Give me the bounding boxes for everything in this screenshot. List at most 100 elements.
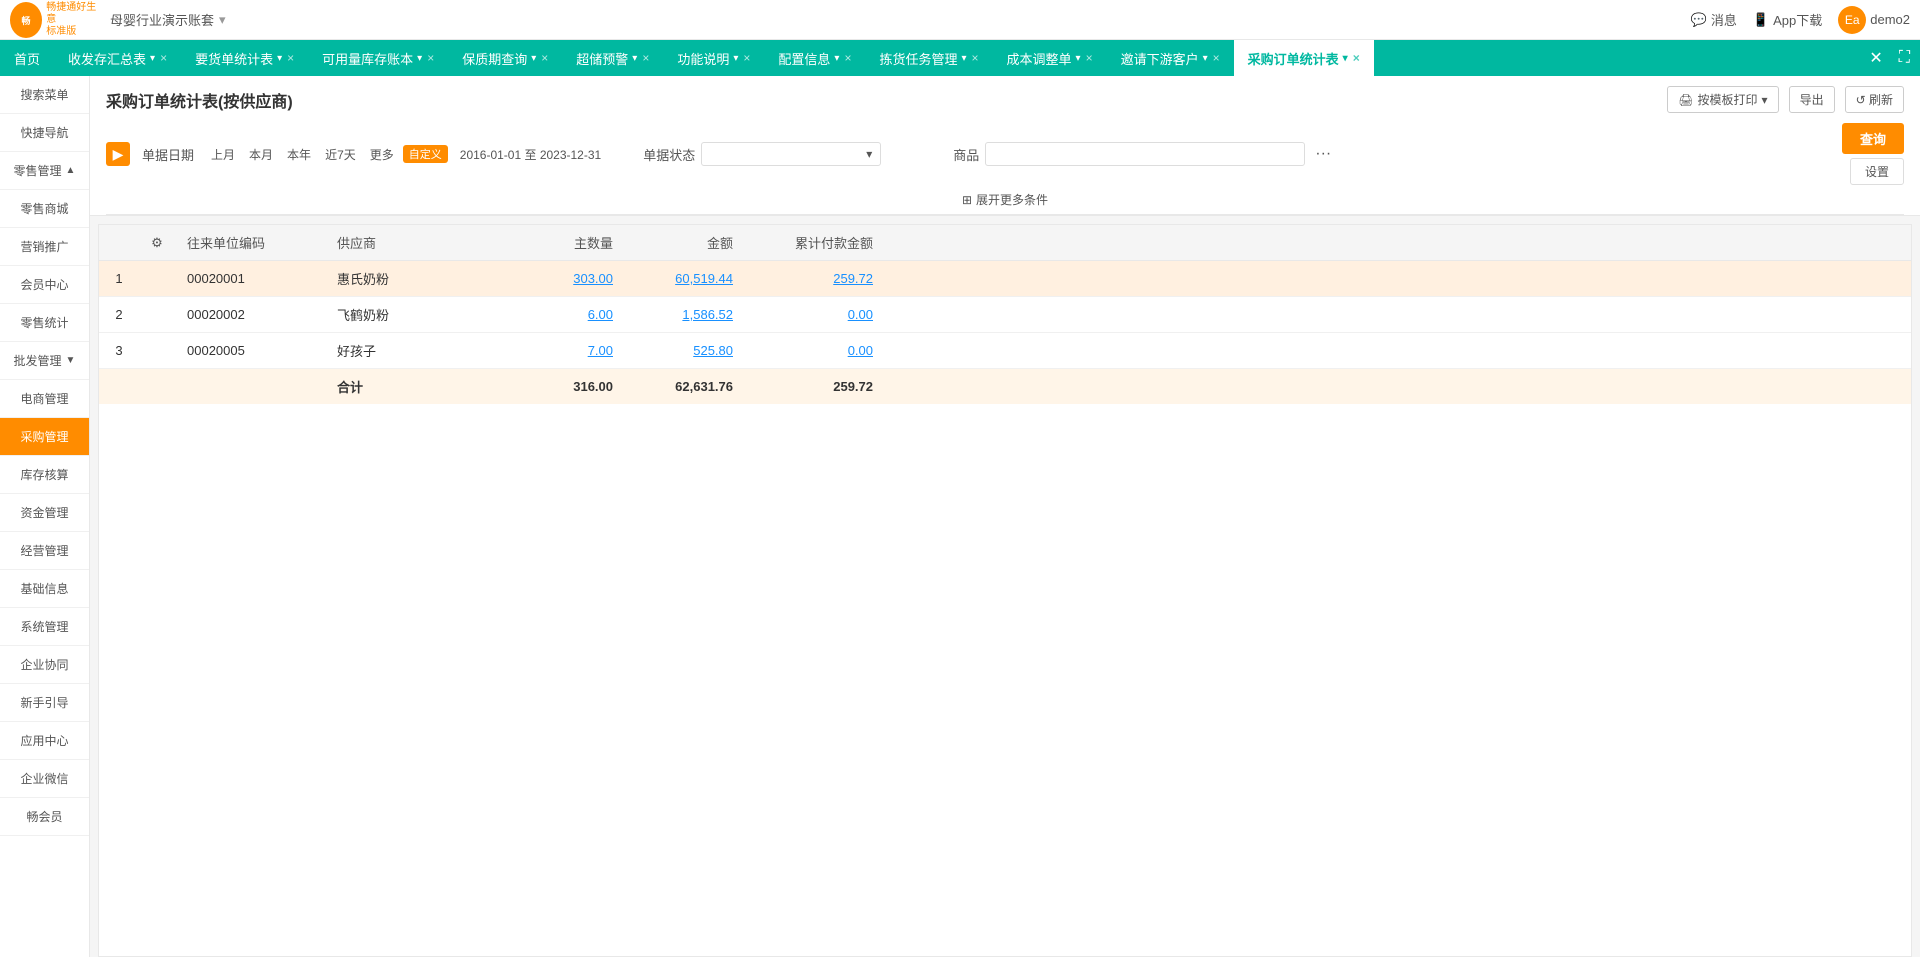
shortcut-last-month[interactable]: 上月	[206, 144, 240, 165]
user-avatar[interactable]: Ea demo2	[1838, 6, 1910, 34]
sidebar-item-stock-calc[interactable]: 库存核算	[0, 456, 89, 494]
sidebar-item-operations[interactable]: 经营管理	[0, 532, 89, 570]
cell-amount[interactable]: 525.80	[625, 333, 745, 369]
sidebar-item-sys-mgmt[interactable]: 系统管理	[0, 608, 89, 646]
cell-num: 2	[99, 297, 139, 333]
sidebar-item-ecommerce[interactable]: 电商管理	[0, 380, 89, 418]
tab-purchase-order-stats[interactable]: 采购订单统计表 ▾ ×	[1234, 40, 1374, 76]
cell-qty[interactable]: 6.00	[525, 297, 625, 333]
sidebar-item-label: 零售商城	[20, 202, 68, 216]
tab-maximize-icon[interactable]: ⛶	[1895, 47, 1914, 69]
col-gear[interactable]: ⚙	[139, 225, 175, 261]
tab-close-icon[interactable]: ×	[1213, 51, 1220, 65]
settings-button[interactable]: 设置	[1850, 158, 1904, 185]
goods-input[interactable]	[985, 142, 1305, 166]
tab-close-icon[interactable]: ×	[541, 51, 548, 65]
sidebar-item-app-center[interactable]: 应用中心	[0, 722, 89, 760]
sidebar-item-wechat[interactable]: 企业微信	[0, 760, 89, 798]
cell-paid[interactable]: 0.00	[745, 333, 885, 369]
shortcut-this-month[interactable]: 本月	[244, 144, 278, 165]
tab-close-icon[interactable]: ×	[1353, 51, 1360, 65]
sidebar-item-members-club[interactable]: 畅会员	[0, 798, 89, 836]
sidebar-item-label: 新手引导	[20, 696, 68, 710]
tab-receive-summary[interactable]: 收发存汇总表 ▾ ×	[54, 40, 181, 76]
filter-area: ▶ 单据日期 上月 本月 本年 近7天 更多 自定义 2016-01-01 至 …	[106, 123, 1904, 215]
cell-paid[interactable]: 0.00	[745, 297, 885, 333]
tab-expiry-query[interactable]: 保质期查询 ▾ ×	[448, 40, 562, 76]
sidebar-item-retail-mgmt[interactable]: 零售管理 ▲	[0, 152, 89, 190]
tab-function-guide[interactable]: 功能说明 ▾ ×	[663, 40, 764, 76]
tab-close-all-icon[interactable]: ✕	[1865, 46, 1886, 70]
table-row[interactable]: 2 00020002 飞鹤奶粉 6.00 1,586.52 0.00	[99, 297, 1911, 333]
cell-qty[interactable]: 303.00	[525, 261, 625, 297]
tab-close-icon[interactable]: ×	[844, 51, 851, 65]
status-label: 单据状态	[643, 145, 695, 164]
messages-btn[interactable]: 💬 消息	[1691, 10, 1737, 29]
tab-close-icon[interactable]: ×	[642, 51, 649, 65]
sidebar-item-retail-stats[interactable]: 零售统计	[0, 304, 89, 342]
page-actions: 🖨 按模板打印 ▾ 导出 ↺ 刷新	[1667, 86, 1904, 113]
sidebar-item-finance[interactable]: 资金管理	[0, 494, 89, 532]
tab-config[interactable]: 配置信息 ▾ ×	[764, 40, 865, 76]
cell-qty[interactable]: 7.00	[525, 333, 625, 369]
top-right-actions: 💬 消息 📱 App下载 Ea demo2	[1691, 6, 1910, 34]
sidebar-item-purchase[interactable]: 采购管理	[0, 418, 89, 456]
shortcut-7days[interactable]: 近7天	[320, 144, 361, 165]
cell-amount[interactable]: 60,519.44	[625, 261, 745, 297]
data-table: ⚙ 往来单位编码 供应商 主数量 金额	[99, 225, 1911, 404]
footer-empty-code	[175, 369, 325, 405]
tab-label: 要货单统计表	[195, 49, 273, 68]
sidebar-item-collab[interactable]: 企业协同	[0, 646, 89, 684]
tab-invite-downstream[interactable]: 邀请下游客户 ▾ ×	[1107, 40, 1234, 76]
tab-label: 成本调整单	[1007, 49, 1072, 68]
custom-badge[interactable]: 自定义	[403, 145, 448, 163]
filter-toggle-button[interactable]: ▶	[106, 142, 130, 166]
tab-home[interactable]: 首页	[0, 40, 54, 76]
workspace-selector[interactable]: 母婴行业演示账套 ▾	[110, 10, 226, 29]
export-button[interactable]: 导出	[1789, 86, 1835, 113]
sidebar-item-marketing[interactable]: 营销推广	[0, 228, 89, 266]
workspace-arrow-icon: ▾	[219, 12, 226, 28]
tab-close-icon[interactable]: ×	[972, 51, 979, 65]
tab-overstock[interactable]: 超储预警 ▾ ×	[562, 40, 663, 76]
tab-pick-task[interactable]: 拣货任务管理 ▾ ×	[865, 40, 992, 76]
sidebar-item-newbie[interactable]: 新手引导	[0, 684, 89, 722]
cell-gear	[139, 297, 175, 333]
col-qty: 主数量	[525, 225, 625, 261]
sidebar-item-shortcuts[interactable]: 快捷导航	[0, 114, 89, 152]
sidebar-item-wholesale[interactable]: 批发管理 ▼	[0, 342, 89, 380]
cell-supplier: 飞鹤奶粉	[325, 297, 525, 333]
shortcut-more[interactable]: 更多	[365, 144, 399, 165]
more-options-icon[interactable]: ···	[1311, 145, 1335, 163]
app-download-btn[interactable]: 📱 App下载	[1753, 10, 1822, 29]
tab-close-icon[interactable]: ×	[287, 51, 294, 65]
sidebar-item-label: 库存核算	[20, 468, 68, 482]
tab-cost-adjust[interactable]: 成本调整单 ▾ ×	[993, 40, 1107, 76]
tab-order-stats[interactable]: 要货单统计表 ▾ ×	[181, 40, 308, 76]
tab-close-icon[interactable]: ×	[743, 51, 750, 65]
tab-close-icon[interactable]: ×	[427, 51, 434, 65]
expand-more-button[interactable]: ⊞ 展开更多条件	[962, 191, 1048, 208]
status-select[interactable]: ▾	[701, 142, 881, 166]
expand-icon: ▲	[66, 165, 76, 176]
table-container: ⚙ 往来单位编码 供应商 主数量 金额	[98, 224, 1912, 957]
tab-close-icon[interactable]: ×	[160, 51, 167, 65]
tab-label: 可用量库存账本	[322, 49, 413, 68]
table-row[interactable]: 3 00020005 好孩子 7.00 525.80 0.00	[99, 333, 1911, 369]
col-code: 往来单位编码	[175, 225, 325, 261]
table-row[interactable]: 1 00020001 惠氏奶粉 303.00 60,519.44 259.72	[99, 261, 1911, 297]
sidebar-item-search[interactable]: 搜索菜单	[0, 76, 89, 114]
sidebar-item-label: 畅会员	[26, 810, 62, 824]
template-print-button[interactable]: 🖨 按模板打印 ▾	[1667, 86, 1778, 113]
tab-close-icon[interactable]: ×	[1086, 51, 1093, 65]
sidebar-item-basic-info[interactable]: 基础信息	[0, 570, 89, 608]
shortcut-this-year[interactable]: 本年	[282, 144, 316, 165]
cell-amount[interactable]: 1,586.52	[625, 297, 745, 333]
tab-stock-book[interactable]: 可用量库存账本 ▾ ×	[308, 40, 448, 76]
sidebar-item-retail-shop[interactable]: 零售商城	[0, 190, 89, 228]
sidebar-item-member[interactable]: 会员中心	[0, 266, 89, 304]
query-button[interactable]: 查询	[1842, 123, 1904, 154]
cell-paid[interactable]: 259.72	[745, 261, 885, 297]
sidebar-item-label: 基础信息	[20, 582, 68, 596]
refresh-button[interactable]: ↺ 刷新	[1845, 86, 1904, 113]
